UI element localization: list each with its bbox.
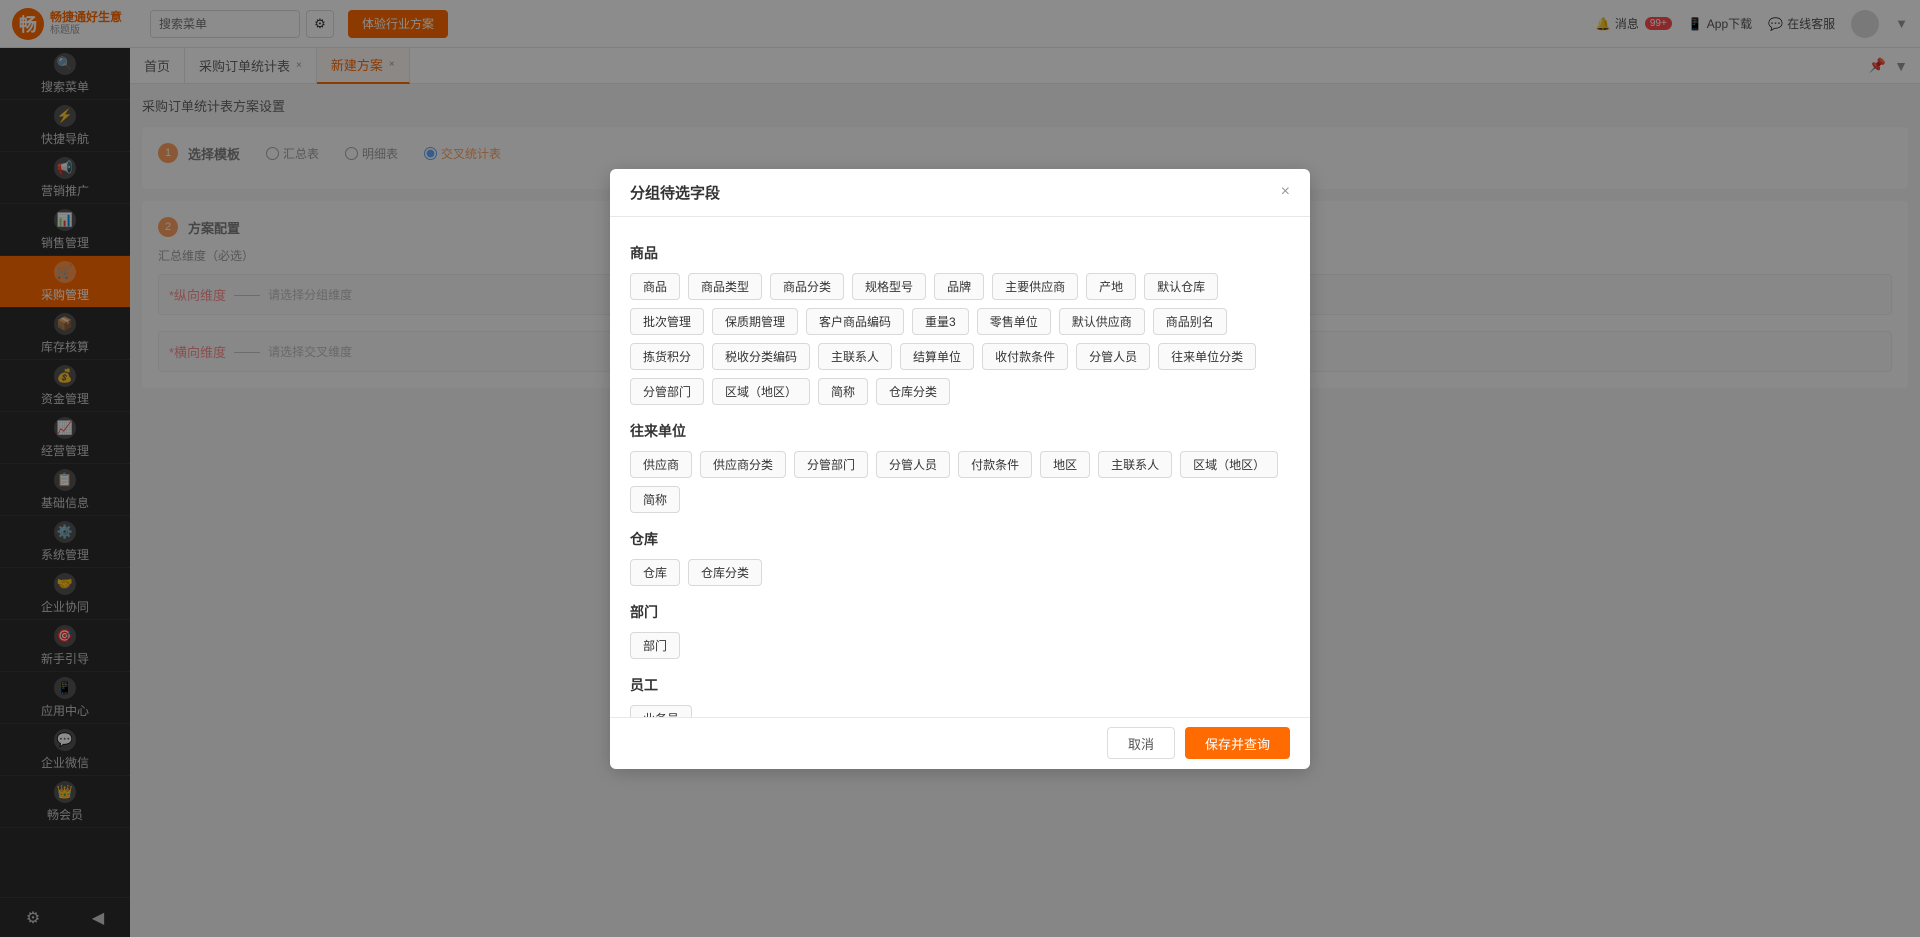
tag-批次管理[interactable]: 批次管理 [630,308,704,335]
tag-group-employee: 业务员 [630,705,1290,717]
section-title-warehouse: 仓库 [630,529,1290,549]
tag-部门[interactable]: 部门 [630,632,680,659]
tag-分管人员[interactable]: 分管人员 [876,451,950,478]
tag-仓库[interactable]: 仓库 [630,559,680,586]
tag-供应商[interactable]: 供应商 [630,451,692,478]
tag-区域（地区）[interactable]: 区域（地区） [712,378,810,405]
tag-业务员[interactable]: 业务员 [630,705,692,717]
tag-主联系人[interactable]: 主联系人 [818,343,892,370]
modal-overlay: 分组待选字段 × 商品 商品商品类型商品分类规格型号品牌主要供应商产地默认仓库批… [0,0,1920,937]
tag-分管人员[interactable]: 分管人员 [1076,343,1150,370]
tag-默认仓库[interactable]: 默认仓库 [1144,273,1218,300]
section-title-department: 部门 [630,602,1290,622]
modal-title: 分组待选字段 [630,182,720,203]
tag-group-department: 部门 [630,632,1290,659]
tag-品牌[interactable]: 品牌 [934,273,984,300]
tag-产地[interactable]: 产地 [1086,273,1136,300]
tag-地区[interactable]: 地区 [1040,451,1090,478]
cancel-button[interactable]: 取消 [1107,727,1175,759]
tag-仓库分类[interactable]: 仓库分类 [876,378,950,405]
tag-简称[interactable]: 简称 [630,486,680,513]
tag-商品别名[interactable]: 商品别名 [1153,308,1227,335]
tag-税收分类编码[interactable]: 税收分类编码 [712,343,810,370]
tag-区域（地区）[interactable]: 区域（地区） [1180,451,1278,478]
tag-重量3[interactable]: 重量3 [912,308,969,335]
tag-主联系人[interactable]: 主联系人 [1098,451,1172,478]
modal-header: 分组待选字段 × [610,169,1310,217]
modal-close-button[interactable]: × [1281,183,1290,201]
tag-结算单位[interactable]: 结算单位 [900,343,974,370]
tag-付款条件[interactable]: 付款条件 [958,451,1032,478]
tag-往来单位分类[interactable]: 往来单位分类 [1158,343,1256,370]
tag-简称[interactable]: 简称 [818,378,868,405]
section-title-employee: 员工 [630,675,1290,695]
tag-零售单位[interactable]: 零售单位 [977,308,1051,335]
modal-footer: 取消 保存并查询 [610,717,1310,769]
section-title-product: 商品 [630,243,1290,263]
confirm-button[interactable]: 保存并查询 [1185,727,1290,759]
tag-商品类型[interactable]: 商品类型 [688,273,762,300]
tag-商品[interactable]: 商品 [630,273,680,300]
tag-拣货积分[interactable]: 拣货积分 [630,343,704,370]
tag-收付款条件[interactable]: 收付款条件 [982,343,1068,370]
tag-供应商分类[interactable]: 供应商分类 [700,451,786,478]
tag-默认供应商[interactable]: 默认供应商 [1059,308,1145,335]
tag-主要供应商[interactable]: 主要供应商 [992,273,1078,300]
tag-group-product: 商品商品类型商品分类规格型号品牌主要供应商产地默认仓库批次管理保质期管理客户商品… [630,273,1290,405]
tag-规格型号[interactable]: 规格型号 [852,273,926,300]
tag-group-partner: 供应商供应商分类分管部门分管人员付款条件地区主联系人区域（地区） 简称 [630,451,1290,513]
tag-保质期管理[interactable]: 保质期管理 [712,308,798,335]
tag-商品分类[interactable]: 商品分类 [770,273,844,300]
modal-dialog: 分组待选字段 × 商品 商品商品类型商品分类规格型号品牌主要供应商产地默认仓库批… [610,169,1310,769]
section-title-partner: 往来单位 [630,421,1290,441]
tag-仓库分类[interactable]: 仓库分类 [688,559,762,586]
modal-body: 商品 商品商品类型商品分类规格型号品牌主要供应商产地默认仓库批次管理保质期管理客… [610,217,1310,717]
tag-分管部门[interactable]: 分管部门 [794,451,868,478]
tag-分管部门[interactable]: 分管部门 [630,378,704,405]
tag-客户商品编码[interactable]: 客户商品编码 [806,308,904,335]
tag-group-warehouse: 仓库仓库分类 [630,559,1290,586]
